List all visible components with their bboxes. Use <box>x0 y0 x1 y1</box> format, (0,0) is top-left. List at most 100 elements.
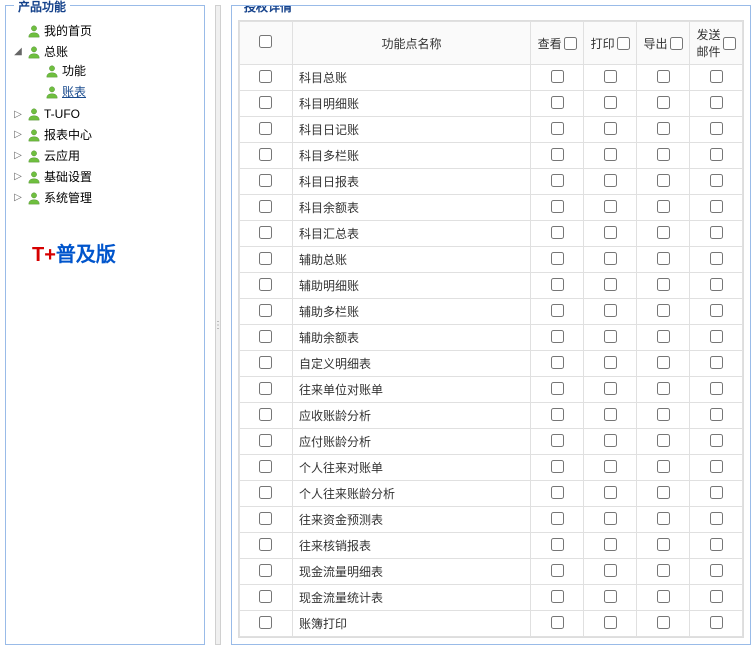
export-checkbox[interactable] <box>657 616 670 629</box>
print-checkbox[interactable] <box>604 96 617 109</box>
row-select-checkbox[interactable] <box>259 564 272 577</box>
view-checkbox[interactable] <box>551 252 564 265</box>
row-select-checkbox[interactable] <box>259 382 272 395</box>
view-checkbox[interactable] <box>551 304 564 317</box>
view-checkbox[interactable] <box>551 512 564 525</box>
export-checkbox[interactable] <box>657 538 670 551</box>
export-checkbox[interactable] <box>657 200 670 213</box>
print-all-checkbox[interactable] <box>617 37 630 50</box>
row-select-checkbox[interactable] <box>259 96 272 109</box>
tree-node[interactable]: ▷报表中心 <box>12 126 198 143</box>
tree-node[interactable]: ▷基础设置 <box>12 168 198 185</box>
print-checkbox[interactable] <box>604 512 617 525</box>
tree-node[interactable]: ▷云应用 <box>12 147 198 164</box>
tree-node[interactable]: ▷T-UFO <box>12 106 198 122</box>
view-checkbox[interactable] <box>551 590 564 603</box>
expand-icon[interactable]: ▷ <box>12 108 24 120</box>
print-checkbox[interactable] <box>604 148 617 161</box>
export-checkbox[interactable] <box>657 330 670 343</box>
tree-node[interactable]: 功能 <box>30 62 198 79</box>
view-checkbox[interactable] <box>551 564 564 577</box>
tree-node[interactable]: 账表 <box>30 83 198 100</box>
export-checkbox[interactable] <box>657 226 670 239</box>
view-checkbox[interactable] <box>551 538 564 551</box>
email-checkbox[interactable] <box>710 356 723 369</box>
row-select-checkbox[interactable] <box>259 200 272 213</box>
email-checkbox[interactable] <box>710 486 723 499</box>
email-checkbox[interactable] <box>710 252 723 265</box>
export-checkbox[interactable] <box>657 382 670 395</box>
tree-node[interactable]: 我的首页 <box>12 22 198 39</box>
row-select-checkbox[interactable] <box>259 486 272 499</box>
print-checkbox[interactable] <box>604 356 617 369</box>
export-checkbox[interactable] <box>657 460 670 473</box>
print-checkbox[interactable] <box>604 616 617 629</box>
email-checkbox[interactable] <box>710 70 723 83</box>
splitter-handle[interactable] <box>215 5 221 645</box>
row-select-checkbox[interactable] <box>259 148 272 161</box>
export-checkbox[interactable] <box>657 512 670 525</box>
email-checkbox[interactable] <box>710 408 723 421</box>
view-checkbox[interactable] <box>551 408 564 421</box>
print-checkbox[interactable] <box>604 252 617 265</box>
view-checkbox[interactable] <box>551 200 564 213</box>
email-checkbox[interactable] <box>710 122 723 135</box>
view-checkbox[interactable] <box>551 330 564 343</box>
print-checkbox[interactable] <box>604 460 617 473</box>
print-checkbox[interactable] <box>604 304 617 317</box>
row-select-checkbox[interactable] <box>259 330 272 343</box>
email-checkbox[interactable] <box>710 460 723 473</box>
email-checkbox[interactable] <box>710 382 723 395</box>
view-checkbox[interactable] <box>551 96 564 109</box>
print-checkbox[interactable] <box>604 382 617 395</box>
email-checkbox[interactable] <box>710 616 723 629</box>
print-checkbox[interactable] <box>604 486 617 499</box>
print-checkbox[interactable] <box>604 434 617 447</box>
row-select-checkbox[interactable] <box>259 356 272 369</box>
collapse-icon[interactable]: ◢ <box>12 46 24 58</box>
export-checkbox[interactable] <box>657 252 670 265</box>
row-select-checkbox[interactable] <box>259 70 272 83</box>
print-checkbox[interactable] <box>604 200 617 213</box>
row-select-checkbox[interactable] <box>259 538 272 551</box>
export-all-checkbox[interactable] <box>670 37 683 50</box>
row-select-checkbox[interactable] <box>259 590 272 603</box>
expand-icon[interactable]: ▷ <box>12 192 24 204</box>
email-checkbox[interactable] <box>710 434 723 447</box>
view-checkbox[interactable] <box>551 382 564 395</box>
row-select-checkbox[interactable] <box>259 122 272 135</box>
row-select-checkbox[interactable] <box>259 460 272 473</box>
row-select-checkbox[interactable] <box>259 512 272 525</box>
email-checkbox[interactable] <box>710 304 723 317</box>
view-checkbox[interactable] <box>551 70 564 83</box>
export-checkbox[interactable] <box>657 304 670 317</box>
email-all-checkbox[interactable] <box>723 37 736 50</box>
export-checkbox[interactable] <box>657 96 670 109</box>
export-checkbox[interactable] <box>657 486 670 499</box>
row-select-checkbox[interactable] <box>259 434 272 447</box>
export-checkbox[interactable] <box>657 148 670 161</box>
print-checkbox[interactable] <box>604 174 617 187</box>
email-checkbox[interactable] <box>710 538 723 551</box>
export-checkbox[interactable] <box>657 356 670 369</box>
print-checkbox[interactable] <box>604 330 617 343</box>
row-select-checkbox[interactable] <box>259 408 272 421</box>
print-checkbox[interactable] <box>604 408 617 421</box>
view-checkbox[interactable] <box>551 226 564 239</box>
export-checkbox[interactable] <box>657 408 670 421</box>
view-checkbox[interactable] <box>551 460 564 473</box>
tree-node[interactable]: ▷系统管理 <box>12 189 198 206</box>
email-checkbox[interactable] <box>710 148 723 161</box>
email-checkbox[interactable] <box>710 564 723 577</box>
export-checkbox[interactable] <box>657 278 670 291</box>
export-checkbox[interactable] <box>657 590 670 603</box>
view-all-checkbox[interactable] <box>564 37 577 50</box>
print-checkbox[interactable] <box>604 70 617 83</box>
email-checkbox[interactable] <box>710 200 723 213</box>
export-checkbox[interactable] <box>657 434 670 447</box>
print-checkbox[interactable] <box>604 538 617 551</box>
email-checkbox[interactable] <box>710 96 723 109</box>
export-checkbox[interactable] <box>657 564 670 577</box>
row-select-checkbox[interactable] <box>259 304 272 317</box>
view-checkbox[interactable] <box>551 486 564 499</box>
